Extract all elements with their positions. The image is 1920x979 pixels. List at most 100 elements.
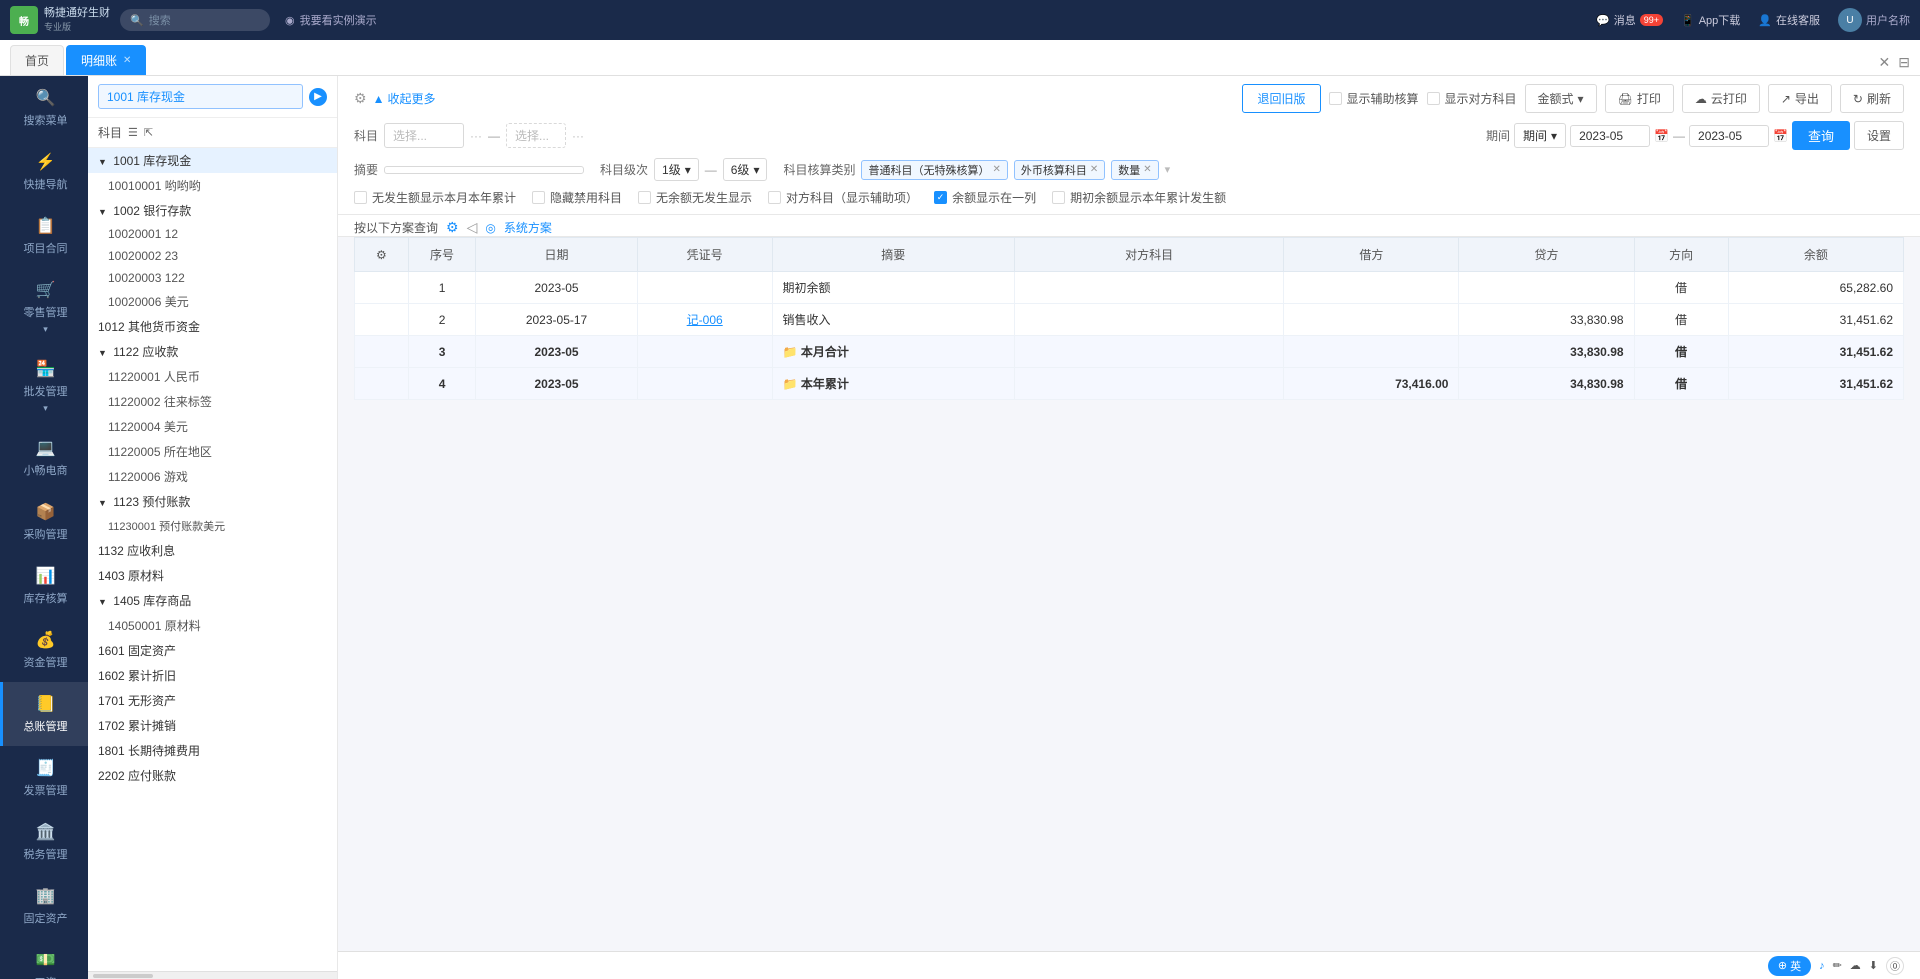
refresh-btn[interactable]: ↻ 刷新: [1840, 84, 1904, 113]
status-icon-4[interactable]: ⬇: [1869, 959, 1878, 972]
sidebar-item-assets[interactable]: 🏢 固定资产: [0, 874, 88, 938]
online-service-btn[interactable]: 👤 在线客服: [1758, 12, 1820, 28]
subject-input[interactable]: 选择...: [384, 123, 464, 148]
setting-submit-btn[interactable]: 设置: [1854, 121, 1904, 150]
tree-item-1701[interactable]: 1701 无形资产: [88, 688, 337, 713]
calendar-from-icon[interactable]: 📅: [1654, 129, 1669, 143]
tree-expand-icon[interactable]: ⇱: [144, 126, 153, 139]
sidebar-item-project[interactable]: 📋 项目合同: [0, 204, 88, 268]
checkbox-opposite[interactable]: 对方科目（显示辅助项）: [768, 189, 918, 206]
tree-item-11230001[interactable]: 11230001 预付账款美元: [88, 514, 337, 538]
table-settings-icon[interactable]: ⚙: [376, 248, 387, 262]
checkbox-no-balance[interactable]: 无余额无发生显示: [638, 189, 752, 206]
subject-end-input[interactable]: 选择...: [506, 123, 566, 148]
sidebar-item-general[interactable]: 📒 总账管理: [0, 682, 88, 746]
scheme-settings-icon[interactable]: ⚙: [446, 219, 459, 236]
tree-item-10020001[interactable]: 10020001 12: [88, 223, 337, 245]
show-assist-checkbox[interactable]: 显示辅助核算: [1329, 90, 1419, 107]
period-type-select[interactable]: 期间 ▾: [1514, 123, 1566, 148]
checkbox-hide-disabled[interactable]: 隐藏禁用科目: [532, 189, 622, 206]
tab-menu-icon[interactable]: ⊟: [1898, 54, 1910, 71]
tab-close-all-icon[interactable]: ✕: [1879, 54, 1891, 71]
sidebar-item-ecommerce[interactable]: 💻 小畅电商: [0, 426, 88, 490]
level-from-select[interactable]: 1级 ▾: [654, 158, 699, 181]
tree-item-1002[interactable]: ▼ 1002 银行存款: [88, 198, 337, 223]
tag-foreign-close[interactable]: ✕: [1090, 164, 1098, 175]
level-to-select[interactable]: 6级 ▾: [723, 158, 768, 181]
sidebar-item-wholesale[interactable]: 🏪 批发管理 ▾: [0, 347, 88, 426]
tree-item-11220005[interactable]: 11220005 所在地区: [88, 439, 337, 464]
tree-item-1602[interactable]: 1602 累计折旧: [88, 663, 337, 688]
switch-lang-btn[interactable]: ⊕ 英: [1768, 956, 1811, 976]
summary-input[interactable]: [384, 166, 584, 174]
query-submit-btn[interactable]: 查询: [1792, 121, 1850, 150]
show-opposite-checkbox[interactable]: 显示对方科目: [1427, 90, 1517, 107]
tree-item-10020003[interactable]: 10020003 122: [88, 267, 337, 289]
checkbox-balance-col-box[interactable]: ✓: [934, 191, 947, 204]
tree-scrollbar[interactable]: [88, 971, 337, 979]
sidebar-item-tax[interactable]: 🏛️ 税务管理: [0, 810, 88, 874]
checkbox-show-year[interactable]: 期初余额显示本年累计发生额: [1052, 189, 1226, 206]
tree-item-14050001[interactable]: 14050001 原材料: [88, 613, 337, 638]
tree-list-icon[interactable]: ☰: [128, 126, 138, 139]
period-to-input[interactable]: 2023-05: [1689, 125, 1769, 147]
tab-ledger-close[interactable]: ✕: [123, 55, 131, 66]
search-bar[interactable]: 🔍 搜索: [120, 9, 270, 31]
tree-item-1132[interactable]: 1132 应收利息: [88, 538, 337, 563]
show-assist-box[interactable]: [1329, 92, 1342, 105]
print-btn[interactable]: 🖨 打印: [1605, 84, 1674, 113]
tree-item-1403[interactable]: 1403 原材料: [88, 563, 337, 588]
display-mode-btn[interactable]: 金额式 ▾: [1525, 84, 1597, 113]
tree-item-11220004[interactable]: 11220004 美元: [88, 414, 337, 439]
tag-quantity-close[interactable]: ✕: [1143, 164, 1151, 175]
status-icon-1[interactable]: ♪: [1819, 960, 1825, 972]
checkbox-no-occurrence-box[interactable]: [354, 191, 367, 204]
account-selector[interactable]: 1001 库存现金: [98, 84, 303, 109]
tree-item-1012[interactable]: 1012 其他货币资金: [88, 314, 337, 339]
tree-item-11220006[interactable]: 11220006 游戏: [88, 464, 337, 489]
tag-normal-close[interactable]: ✕: [992, 164, 1000, 175]
return-old-version-btn[interactable]: 退回旧版: [1242, 84, 1320, 113]
sidebar-item-invoice[interactable]: 🧾 发票管理: [0, 746, 88, 810]
status-icon-2[interactable]: ✏: [1833, 959, 1842, 972]
sidebar-item-purchase[interactable]: 📦 采购管理: [0, 490, 88, 554]
checkbox-show-year-box[interactable]: [1052, 191, 1065, 204]
checkbox-no-balance-box[interactable]: [638, 191, 651, 204]
tree-item-11220002[interactable]: 11220002 往来标签: [88, 389, 337, 414]
checkbox-opposite-box[interactable]: [768, 191, 781, 204]
tree-item-2202[interactable]: 2202 应付账款: [88, 763, 337, 788]
sidebar-item-search[interactable]: 🔍 搜索菜单: [0, 76, 88, 140]
tree-item-1702[interactable]: 1702 累计摊销: [88, 713, 337, 738]
td-voucher[interactable]: 记-006: [637, 304, 772, 336]
tab-ledger[interactable]: 明细账 ✕: [66, 45, 146, 75]
export-btn[interactable]: ↗ 导出: [1768, 84, 1832, 113]
calendar-to-icon[interactable]: 📅: [1773, 129, 1788, 143]
status-icon-5[interactable]: ⓪: [1886, 957, 1904, 975]
tree-item-1123[interactable]: ▼ 1123 预付账款: [88, 489, 337, 514]
status-icon-3[interactable]: ☁: [1850, 959, 1861, 972]
tree-item-10020002[interactable]: 10020002 23: [88, 245, 337, 267]
sidebar-item-inventory[interactable]: 📊 库存核算: [0, 554, 88, 618]
tab-home[interactable]: 首页: [10, 45, 64, 75]
tree-item-10010001[interactable]: 10010001 哟哟哟: [88, 173, 337, 198]
checkbox-balance-col[interactable]: ✓ 余额显示在一列: [934, 189, 1036, 206]
sidebar-item-finance[interactable]: 💰 资金管理: [0, 618, 88, 682]
scheme-arrow-left[interactable]: ◁: [467, 219, 478, 236]
tree-item-1122[interactable]: ▼ 1122 应收款: [88, 339, 337, 364]
cloud-print-btn[interactable]: ☁ 云打印: [1682, 84, 1760, 113]
user-profile-btn[interactable]: U 用户名称: [1838, 8, 1910, 32]
tree-item-10020006[interactable]: 10020006 美元: [88, 289, 337, 314]
show-opposite-box[interactable]: [1427, 92, 1440, 105]
collapse-btn[interactable]: ▲ 收起更多: [373, 90, 436, 107]
checkbox-no-occurrence[interactable]: 无发生额显示本月本年累计: [354, 189, 516, 206]
scheme-name[interactable]: 系统方案: [504, 219, 552, 236]
period-from-input[interactable]: 2023-05: [1570, 125, 1650, 147]
demo-link[interactable]: ◉ 我要看实例演示: [285, 12, 377, 28]
tree-item-1001[interactable]: ▼ 1001 库存现金: [88, 148, 337, 173]
sidebar-item-salary[interactable]: 💵 工资: [0, 938, 88, 979]
tree-item-11220001[interactable]: 11220001 人民币: [88, 364, 337, 389]
tree-item-1801[interactable]: 1801 长期待摊费用: [88, 738, 337, 763]
message-btn[interactable]: 💬 消息 99+: [1596, 12, 1663, 28]
app-download-btn[interactable]: 📱 App下载: [1681, 12, 1740, 28]
sidebar-item-retail[interactable]: 🛒 零售管理 ▾: [0, 268, 88, 347]
